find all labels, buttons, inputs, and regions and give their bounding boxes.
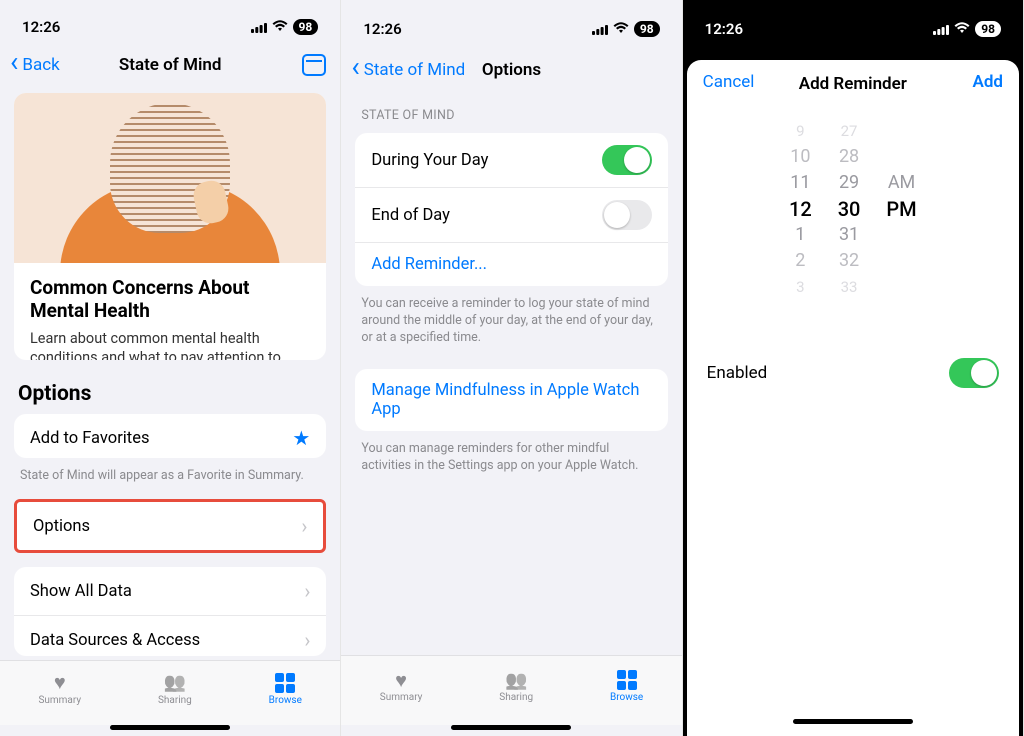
- heart-icon: [389, 670, 413, 690]
- home-indicator: [110, 725, 230, 730]
- manage-watch-row[interactable]: Manage Mindfulness in Apple Watch App: [355, 369, 667, 431]
- signal-icon: [251, 22, 267, 33]
- add-reminder-sheet: Cancel Add Reminder Add 9 10 11 12 1 2 3…: [687, 60, 1019, 736]
- during-your-day-toggle[interactable]: [602, 145, 652, 175]
- watch-note: You can manage reminders for other mindf…: [341, 435, 681, 475]
- illustration: [14, 93, 326, 263]
- chevron-right-icon: ›: [304, 579, 310, 603]
- grid-icon: [273, 673, 297, 693]
- signal-icon: [592, 24, 608, 35]
- star-icon: ★: [292, 426, 310, 450]
- screen-add-reminder: 12:26 98 Cancel Add Reminder Add 9 10 11…: [683, 0, 1024, 736]
- status-bar: 12:26 98: [683, 0, 1023, 48]
- chevron-right-icon: ›: [304, 628, 310, 652]
- reminders-list: During Your Day End of Day Add Reminder.…: [355, 133, 667, 286]
- options-row[interactable]: Options ›: [17, 502, 323, 550]
- battery-level: 98: [634, 21, 660, 37]
- group-header-state-of-mind: State of Mind: [341, 92, 681, 129]
- data-sources-row[interactable]: Data Sources & Access ›: [14, 615, 326, 656]
- show-all-data-row[interactable]: Show All Data ›: [14, 567, 326, 615]
- time-picker[interactable]: 9 10 11 12 1 2 3 27 28 29 30 31 32 33 AM: [687, 108, 1019, 318]
- options-header: Options: [0, 368, 340, 410]
- screen-options: 12:26 98 State of Mind Options State of …: [341, 0, 682, 736]
- end-of-day-row[interactable]: End of Day: [355, 187, 667, 242]
- page-title: State of Mind: [119, 55, 222, 75]
- sheet-title: Add Reminder: [799, 74, 907, 94]
- article-card[interactable]: Common Concerns About Mental Health Lear…: [14, 93, 326, 360]
- status-time: 12:26: [22, 18, 60, 36]
- calendar-icon: [302, 54, 326, 76]
- sheet-nav: Cancel Add Reminder Add: [687, 60, 1019, 108]
- signal-icon: [933, 24, 949, 35]
- page-title: Options: [482, 60, 541, 80]
- heart-icon: [48, 673, 72, 693]
- tab-summary[interactable]: Summary: [380, 670, 423, 703]
- battery-level: 98: [293, 19, 319, 35]
- favorites-note: State of Mind will appear as a Favorite …: [0, 462, 340, 485]
- tab-bar: Summary Sharing Browse: [0, 660, 340, 725]
- picker-ampm[interactable]: AM PM: [886, 120, 916, 298]
- calendar-button[interactable]: [302, 54, 326, 76]
- card-subtitle: Learn about common mental health conditi…: [30, 329, 310, 360]
- tab-sharing[interactable]: Sharing: [158, 673, 192, 706]
- add-button[interactable]: Add: [972, 72, 1003, 92]
- home-indicator: [451, 725, 571, 730]
- favorites-list: Add to Favorites ★: [14, 414, 326, 458]
- enabled-row[interactable]: Enabled: [687, 342, 1019, 404]
- tab-browse[interactable]: Browse: [610, 670, 643, 703]
- back-button[interactable]: Back: [10, 54, 60, 76]
- add-to-favorites-row[interactable]: Add to Favorites ★: [14, 414, 326, 458]
- tab-sharing[interactable]: Sharing: [499, 670, 533, 703]
- reminder-note: You can receive a reminder to log your s…: [341, 290, 681, 347]
- tab-bar: Summary Sharing Browse: [341, 655, 681, 725]
- card-title: Common Concerns About Mental Health: [30, 277, 310, 323]
- grid-icon: [615, 670, 639, 690]
- status-bar: 12:26 98: [341, 0, 681, 48]
- chevron-left-icon: [351, 59, 361, 81]
- status-time: 12:26: [705, 20, 743, 38]
- tab-summary[interactable]: Summary: [38, 673, 81, 706]
- back-button[interactable]: State of Mind: [351, 59, 465, 81]
- wifi-icon: [613, 20, 629, 38]
- chevron-left-icon: [10, 54, 20, 76]
- battery-level: 98: [975, 21, 1001, 37]
- wifi-icon: [272, 18, 288, 36]
- tab-browse[interactable]: Browse: [269, 673, 302, 706]
- cancel-button[interactable]: Cancel: [703, 72, 755, 92]
- picker-minutes[interactable]: 27 28 29 30 31 32 33: [838, 120, 861, 298]
- status-bar: 12:26 98: [0, 0, 340, 45]
- people-icon: [163, 673, 187, 693]
- watch-list: Manage Mindfulness in Apple Watch App: [355, 369, 667, 431]
- enabled-toggle[interactable]: [949, 358, 999, 388]
- nav-bar: Back State of Mind: [0, 45, 340, 85]
- chevron-right-icon: ›: [301, 514, 307, 538]
- data-list: Show All Data › Data Sources & Access ›: [14, 567, 326, 656]
- home-indicator: [793, 719, 913, 724]
- screen-state-of-mind: 12:26 98 Back State of Mind Common Conc: [0, 0, 341, 736]
- wifi-icon: [954, 20, 970, 38]
- add-reminder-row[interactable]: Add Reminder...: [355, 242, 667, 286]
- during-your-day-row[interactable]: During Your Day: [355, 133, 667, 187]
- nav-bar: State of Mind Options: [341, 48, 681, 92]
- options-row-highlighted: Options ›: [14, 499, 326, 553]
- picker-hours[interactable]: 9 10 11 12 1 2 3: [789, 120, 812, 298]
- status-time: 12:26: [363, 20, 401, 38]
- people-icon: [504, 670, 528, 690]
- end-of-day-toggle[interactable]: [602, 200, 652, 230]
